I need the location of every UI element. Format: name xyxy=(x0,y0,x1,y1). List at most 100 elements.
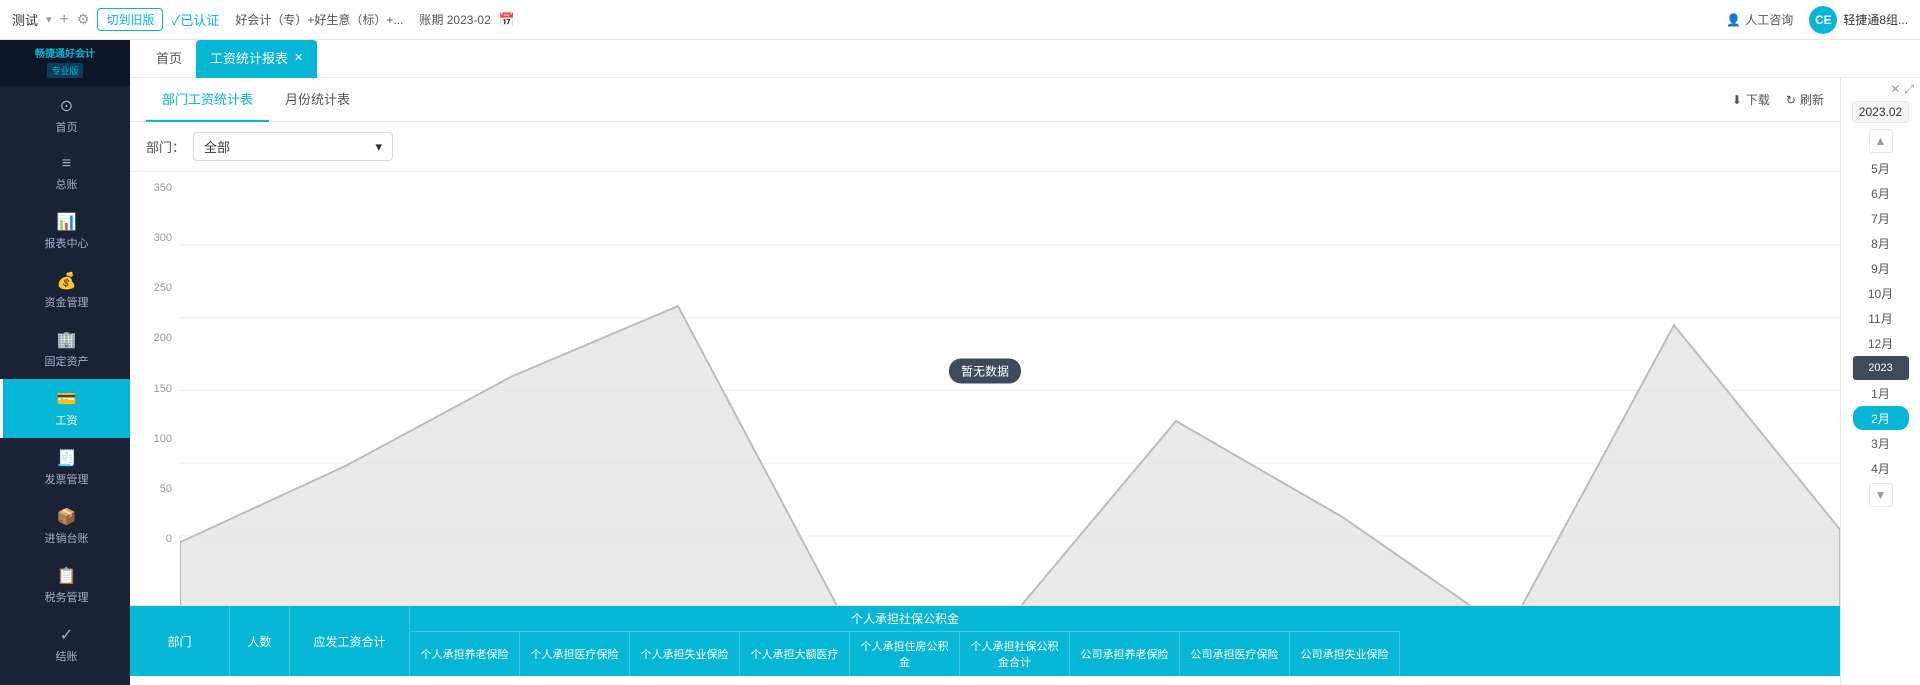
th-sub-个人承担失业保险: 个人承担失业保险 xyxy=(630,632,740,676)
sidebar-icon-checkout: ✓ xyxy=(60,625,73,645)
sidebar-icon-salary: 💳 xyxy=(57,389,77,409)
sidebar-icon-invoice: 🧾 xyxy=(57,448,77,468)
download-icon: ⬇ xyxy=(1732,93,1742,107)
expand-icon[interactable]: ⤢ xyxy=(1904,82,1914,97)
refresh-button[interactable]: ↻ 刷新 xyxy=(1786,91,1824,108)
calendar-icon[interactable]: 📅 xyxy=(499,12,515,28)
y-label: 0 xyxy=(138,533,172,545)
y-label: 350 xyxy=(138,182,172,194)
sidebar-item-assets[interactable]: 🏢固定资产 xyxy=(0,320,130,379)
month-item-2023[interactable]: 2023 xyxy=(1853,356,1909,380)
y-label: 50 xyxy=(138,483,172,495)
month-item-7月[interactable]: 7月 xyxy=(1853,206,1909,230)
month-item-11月[interactable]: 11月 xyxy=(1853,306,1909,330)
tab-close-icon[interactable]: ✕ xyxy=(294,51,303,64)
nav-up-button[interactable]: ▲ xyxy=(1869,129,1893,153)
tab-home[interactable]: 首页 xyxy=(142,40,196,78)
y-label: 300 xyxy=(138,232,172,244)
th-sub-个人承担住房公积金: 个人承担住房公积金 xyxy=(850,632,960,676)
sidebar-label-tax: 税务管理 xyxy=(45,589,89,605)
right-panel: ✕ ⤢ 2023.02 ▲ 5月6月7月8月9月10月11月12月20231月2… xyxy=(1840,78,1920,685)
sidebar-icon-home: ⊙ xyxy=(60,96,73,116)
sidebar-icon-funds: 💰 xyxy=(57,271,77,291)
th-部门: 部门 xyxy=(130,606,230,676)
dept-select[interactable]: 全部 ▾ xyxy=(193,132,393,161)
th-group-header: 个人承担社保公积金 xyxy=(410,606,1400,632)
page-content: 部门工资统计表 月份统计表 ⬇ 下载 ↻ 刷新 xyxy=(130,78,1920,685)
chart-svg xyxy=(180,172,1840,605)
sidebar: 畅捷通好会计 专业版 ⊙ 首页 ≡总账📊报表中心💰资金管理🏢固定资产💳工资 🧾 发票管理… xyxy=(0,40,130,685)
table-container: 部门人数应发工资合计个人承担社保公积金个人承担养老保险个人承担医疗保险个人承担失… xyxy=(130,605,1840,685)
th-sub-公司承担失业保险: 公司承担失业保险 xyxy=(1290,632,1400,676)
y-label: 100 xyxy=(138,433,172,445)
header-dropdown-icon[interactable]: ▾ xyxy=(46,13,52,26)
th-sub-公司承担医疗保险: 公司承担医疗保险 xyxy=(1180,632,1290,676)
consult-icon: 👤 xyxy=(1726,13,1741,27)
th-group-personal: 个人承担社保公积金个人承担养老保险个人承担医疗保险个人承担失业保险个人承担大额医… xyxy=(410,606,1400,676)
sidebar-icon-tax: 📋 xyxy=(57,566,77,586)
th-应发工资合计: 应发工资合计 xyxy=(290,606,410,676)
month-list: 5月6月7月8月9月10月11月12月20231月2月3月4月 xyxy=(1853,155,1909,481)
sidebar-label-home: 首页 xyxy=(56,119,78,135)
sub-tab-dept[interactable]: 部门工资统计表 xyxy=(146,78,269,122)
month-item-1月[interactable]: 1月 xyxy=(1853,381,1909,405)
sidebar-item-reports[interactable]: 📊报表中心 xyxy=(0,202,130,261)
th-sub-个人承担医疗保险: 个人承担医疗保险 xyxy=(520,632,630,676)
sidebar-icon-assets: 🏢 xyxy=(57,330,77,350)
consult-button[interactable]: 👤 人工咨询 xyxy=(1726,11,1793,28)
sub-tabs-right: ⬇ 下载 ↻ 刷新 xyxy=(1732,91,1824,108)
th-sub-公司承担养老保险: 公司承担养老保险 xyxy=(1070,632,1180,676)
close-panel-button[interactable]: ✕ xyxy=(1890,82,1900,97)
sub-tabs: 部门工资统计表 月份统计表 ⬇ 下载 ↻ 刷新 xyxy=(130,78,1840,122)
product-tags: 好会计（专）+好生意（标）+... xyxy=(235,11,403,28)
sidebar-item-invoice[interactable]: 🧾 发票管理 xyxy=(0,438,130,497)
logo-text: 畅捷通好会计 xyxy=(35,48,95,61)
download-button[interactable]: ⬇ 下载 xyxy=(1732,91,1770,108)
header-right: 👤 人工咨询 CE 轻捷通8组... xyxy=(1726,6,1908,34)
header-settings-button[interactable]: ⚙ xyxy=(77,11,90,28)
sidebar-icon-reports: 📊 xyxy=(57,212,77,232)
sidebar-item-ledger[interactable]: ≡总账 xyxy=(0,145,130,202)
sidebar-item-tax[interactable]: 📋 税务管理 xyxy=(0,556,130,615)
right-panel-close-row: ✕ ⤢ xyxy=(1841,78,1920,101)
tab-salary-report[interactable]: 工资统计报表 ✕ xyxy=(196,40,317,78)
avatar[interactable]: CE xyxy=(1809,6,1837,34)
top-header: 测试 ▾ + ⚙ 切到旧版 ✓已认证 好会计（专）+好生意（标）+... 账期 … xyxy=(0,0,1920,40)
month-item-2月[interactable]: 2月 xyxy=(1853,406,1909,430)
sidebar-items: ⊙ 首页 ≡总账📊报表中心💰资金管理🏢固定资产💳工资 🧾 发票管理 📦进销台账 📋 税务管理 ✓… xyxy=(0,86,130,685)
user-name[interactable]: 轻捷通8组... xyxy=(1843,11,1908,28)
sidebar-item-sales[interactable]: 📦进销台账 xyxy=(0,497,130,556)
nav-down-button[interactable]: ▼ xyxy=(1869,483,1893,507)
certified-tag: ✓已认证 xyxy=(171,10,219,29)
sidebar-item-checkout[interactable]: ✓ 结账 xyxy=(0,615,130,674)
user-info: CE 轻捷通8组... xyxy=(1809,6,1908,34)
header-add-button[interactable]: + xyxy=(60,11,69,29)
th-sub-个人承担社保公积金合计: 个人承担社保公积金合计 xyxy=(960,632,1070,676)
table-header-row: 部门人数应发工资合计个人承担社保公积金个人承担养老保险个人承担医疗保险个人承担失… xyxy=(130,606,1840,676)
month-item-4月[interactable]: 4月 xyxy=(1853,456,1909,480)
month-item-6月[interactable]: 6月 xyxy=(1853,181,1909,205)
month-item-3月[interactable]: 3月 xyxy=(1853,431,1909,455)
month-item-12月[interactable]: 12月 xyxy=(1853,331,1909,355)
sub-tab-monthly[interactable]: 月份统计表 xyxy=(269,78,366,122)
sidebar-icon-ledger: ≡ xyxy=(62,155,71,173)
sidebar-label-invoice: 发票管理 xyxy=(45,471,89,487)
y-label: 150 xyxy=(138,383,172,395)
month-item-10月[interactable]: 10月 xyxy=(1853,281,1909,305)
sidebar-item-home[interactable]: ⊙ 首页 xyxy=(0,86,130,145)
switch-old-version-button[interactable]: 切到旧版 xyxy=(97,8,163,31)
month-item-8月[interactable]: 8月 xyxy=(1853,231,1909,255)
y-label: 250 xyxy=(138,282,172,294)
th-sub-个人承担养老保险: 个人承担养老保险 xyxy=(410,632,520,676)
sidebar-item-archive[interactable]: 🗂归档管理 xyxy=(0,674,130,685)
tabs-bar: 首页 工资统计报表 ✕ xyxy=(130,40,1920,78)
select-dropdown-icon: ▾ xyxy=(375,139,382,155)
sidebar-item-salary[interactable]: 💳工资 xyxy=(0,379,130,438)
sidebar-item-funds[interactable]: 💰资金管理 xyxy=(0,261,130,320)
month-item-9月[interactable]: 9月 xyxy=(1853,256,1909,280)
month-item-5月[interactable]: 5月 xyxy=(1853,156,1909,180)
sidebar-logo: 畅捷通好会计 专业版 xyxy=(0,40,130,86)
year-display[interactable]: 2023.02 xyxy=(1852,101,1909,123)
sidebar-label-checkout: 结账 xyxy=(56,648,78,664)
sidebar-icon-sales: 📦 xyxy=(57,507,77,527)
